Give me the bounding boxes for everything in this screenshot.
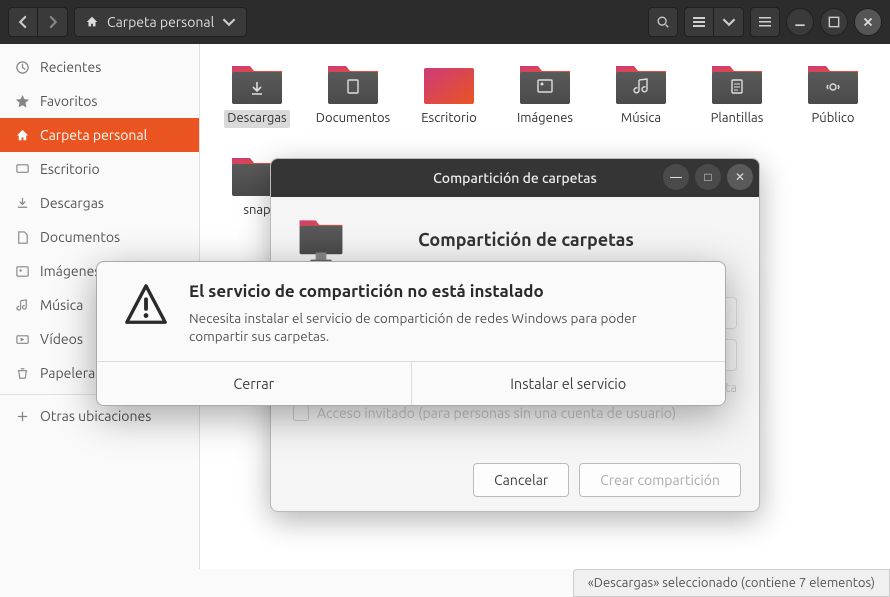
sidebar-item-label: Descargas — [40, 195, 104, 211]
view-dropdown-button[interactable] — [714, 7, 744, 37]
maximize-button[interactable] — [820, 8, 848, 36]
share-create-button: Crear compartición — [579, 463, 741, 497]
sidebar-item-label: Papelera — [40, 365, 95, 381]
sidebar-item-home[interactable]: Carpeta personal — [0, 118, 199, 152]
share-cancel-button[interactable]: Cancelar — [473, 463, 569, 497]
search-button[interactable] — [648, 7, 678, 37]
share-extra-label: ta — [725, 381, 737, 395]
sidebar-item-downloads[interactable]: Descargas — [0, 186, 199, 220]
sidebar-item-label: Documentos — [40, 229, 120, 245]
sidebar-item-label: Carpeta personal — [40, 127, 147, 143]
path-bar[interactable]: Carpeta personal — [74, 7, 247, 37]
minimize-button[interactable] — [786, 8, 814, 36]
close-button[interactable] — [854, 8, 882, 36]
folder-descargas[interactable]: Descargas — [212, 56, 302, 132]
sidebar-item-documents[interactable]: Documentos — [0, 220, 199, 254]
alert-message: Necesita instalar el servicio de compart… — [189, 309, 699, 345]
menu-button[interactable] — [750, 7, 780, 37]
headerbar: Carpeta personal — [0, 0, 890, 44]
folder-label: Escritorio — [418, 110, 479, 128]
warning-icon — [123, 282, 169, 345]
share-dialog-title: Compartición de carpetas — [433, 170, 597, 186]
dialog-maximize-button[interactable]: □ — [695, 164, 721, 190]
path-label: Carpeta personal — [107, 14, 214, 30]
folder-label: Público — [809, 110, 858, 128]
folder-escritorio[interactable]: Escritorio — [404, 56, 494, 132]
folder-label: Descargas — [224, 110, 289, 128]
share-dialog-titlebar: Compartición de carpetas — □ ✕ — [271, 159, 759, 197]
status-bar: «Descargas» seleccionado (contiene 7 ele… — [573, 569, 890, 597]
sidebar-item-recent[interactable]: Recientes — [0, 50, 199, 84]
guest-access-row: Acceso invitado (para personas sin una c… — [293, 405, 737, 421]
sidebar-item-label: Imágenes — [40, 263, 100, 279]
sidebar-item-starred[interactable]: Favoritos — [0, 84, 199, 118]
alert-close-button[interactable]: Cerrar — [97, 362, 412, 405]
folder-label: snap — [240, 202, 273, 220]
alert-dialog: El servicio de compartición no está inst… — [96, 261, 726, 406]
folder-documentos[interactable]: Documentos — [308, 56, 398, 132]
folder-imagenes[interactable]: Imágenes — [500, 56, 590, 132]
dialog-minimize-button[interactable]: — — [663, 164, 689, 190]
folder-label: Documentos — [313, 110, 393, 128]
sidebar-item-label: Escritorio — [40, 161, 100, 177]
nav-back-button[interactable] — [8, 7, 38, 37]
sidebar-item-label: Favoritos — [40, 93, 97, 109]
dialog-close-button[interactable]: ✕ — [727, 164, 753, 190]
guest-checkbox — [293, 405, 309, 421]
folder-publico[interactable]: Público — [788, 56, 878, 132]
home-icon — [85, 15, 99, 29]
sidebar-item-desktop[interactable]: Escritorio — [0, 152, 199, 186]
alert-title: El servicio de compartición no está inst… — [189, 282, 699, 301]
chevron-down-icon — [222, 15, 236, 29]
folder-label: Imágenes — [514, 110, 576, 128]
sidebar-item-label: Otras ubicaciones — [40, 408, 151, 424]
sidebar-item-label: Música — [40, 297, 83, 313]
folder-plantillas[interactable]: Plantillas — [692, 56, 782, 132]
shared-folder-icon — [293, 215, 349, 265]
folder-label: Música — [618, 110, 664, 128]
folder-musica[interactable]: Música — [596, 56, 686, 132]
sidebar-item-label: Vídeos — [40, 331, 83, 347]
share-dialog-heading: Compartición de carpetas — [365, 230, 737, 250]
nav-forward-button[interactable] — [38, 7, 68, 37]
alert-install-button[interactable]: Instalar el servicio — [412, 362, 726, 405]
sidebar-item-label: Recientes — [40, 59, 101, 75]
view-list-button[interactable] — [684, 7, 714, 37]
folder-label: Plantillas — [708, 110, 767, 128]
